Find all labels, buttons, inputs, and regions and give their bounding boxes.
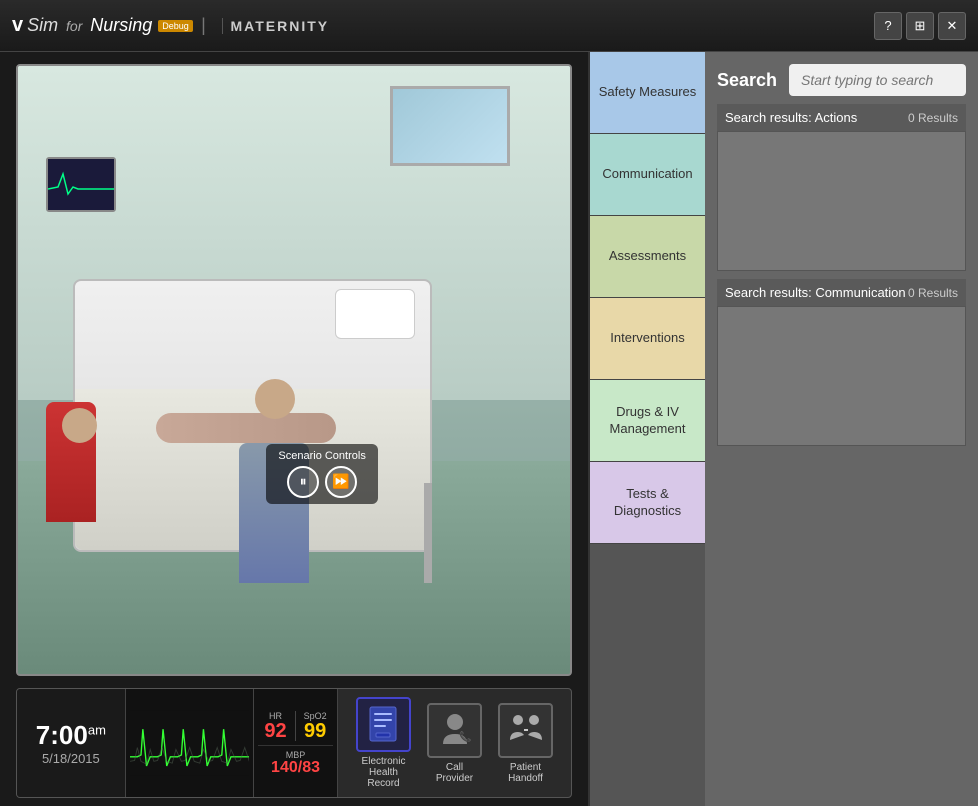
ehr-label: ElectronicHealth Record: [356, 756, 411, 789]
results-header-communication: Search results: Communication 0 Results: [717, 279, 966, 306]
app-v: v: [12, 14, 23, 37]
spo2-label: SpO2: [304, 711, 327, 721]
category-communication[interactable]: Communication: [590, 134, 705, 216]
category-assessments[interactable]: Assessments: [590, 216, 705, 298]
vitals-display: HR 92 SpO2 99 MBP 140/83: [254, 689, 338, 797]
results-section-actions: Search results: Actions 0 Results: [717, 104, 966, 271]
spo2-display: SpO2 99: [304, 711, 327, 741]
window: [390, 86, 510, 166]
mbp-value: 140/83: [271, 760, 320, 776]
call-provider-button[interactable]: 📞 Call Provider: [419, 699, 490, 788]
category-interventions[interactable]: Interventions: [590, 298, 705, 380]
title-separator: |: [201, 15, 206, 36]
grid-button[interactable]: ⊞: [906, 12, 934, 40]
mbp-label: MBP: [286, 750, 306, 760]
right-panel: Safety Measures Communication Assessment…: [588, 52, 978, 806]
bed-pillow: [335, 289, 415, 339]
patient-handoff-icon: [498, 703, 553, 758]
app-nursing: Nursing: [90, 15, 152, 36]
app-sim: Sim: [27, 15, 58, 36]
status-bar: 7:00am 5/18/2015 HR 92: [16, 688, 572, 798]
mbp-display: MBP 140/83: [271, 750, 320, 776]
action-buttons: ElectronicHealth Record 📞 Call Provider: [338, 689, 571, 797]
search-results: Search results: Actions 0 Results Search…: [705, 104, 978, 806]
time-ampm: am: [88, 722, 106, 737]
category-safety[interactable]: Safety Measures: [590, 52, 705, 134]
search-label: Search: [717, 70, 777, 91]
category-nav: Safety Measures Communication Assessment…: [590, 52, 705, 806]
close-button[interactable]: ✕: [938, 12, 966, 40]
app-for: for: [62, 18, 86, 34]
scenario-controls-buttons: ⏸ ⏩: [278, 466, 365, 498]
hospital-room: Scenario Controls ⏸ ⏩: [18, 66, 570, 674]
svg-text:📞: 📞: [459, 730, 472, 743]
fast-forward-button[interactable]: ⏩: [325, 466, 357, 498]
patient-handoff-button[interactable]: PatientHandoff: [490, 699, 561, 788]
hr-value: 92: [264, 721, 286, 741]
vitals-divider-v: [295, 711, 296, 741]
results-body-actions: [717, 131, 966, 271]
scenario-controls-label: Scenario Controls: [278, 450, 365, 462]
spo2-value: 99: [304, 721, 326, 741]
main-content: Scenario Controls ⏸ ⏩ 7:00am 5/18/2015: [0, 52, 978, 806]
category-tests[interactable]: Tests & Diagnostics: [590, 462, 705, 544]
titlebar: vSim for Nursing Debug | MATERNITY ? ⊞ ✕: [0, 0, 978, 52]
search-header: Search: [705, 52, 978, 104]
results-count-communication: 0 Results: [908, 286, 958, 300]
nurse1-head: [62, 408, 97, 443]
vitals-top-row: HR 92 SpO2 99: [264, 711, 326, 741]
time-value: 7:00am: [36, 720, 106, 751]
results-body-communication: [717, 306, 966, 446]
pause-button[interactable]: ⏸: [287, 466, 319, 498]
time-display: 7:00am 5/18/2015: [17, 689, 126, 797]
call-provider-icon: 📞: [427, 703, 482, 758]
results-count-actions: 0 Results: [908, 111, 958, 125]
titlebar-controls: ? ⊞ ✕: [874, 12, 966, 40]
patient-handoff-label: PatientHandoff: [508, 762, 543, 784]
results-header-actions: Search results: Actions 0 Results: [717, 104, 966, 131]
ehr-icon: [356, 697, 411, 752]
ecg-display: [126, 689, 254, 797]
category-drugs[interactable]: Drugs & IV Management: [590, 380, 705, 462]
call-provider-label: Call Provider: [427, 762, 482, 784]
patient-figure: [156, 413, 336, 443]
simulation-area: Scenario Controls ⏸ ⏩ 7:00am 5/18/2015: [0, 52, 588, 806]
results-title-communication: Search results: Communication: [725, 285, 906, 300]
nurse2-head: [255, 379, 295, 419]
ehr-button[interactable]: ElectronicHealth Record: [348, 693, 419, 793]
scenario-controls: Scenario Controls ⏸ ⏩: [266, 444, 377, 504]
date-value: 5/18/2015: [42, 751, 100, 766]
iv-stand: [424, 483, 432, 583]
app-title: vSim for Nursing Debug | MATERNITY: [12, 14, 329, 37]
hr-display: HR 92: [264, 711, 286, 741]
sim-viewport: Scenario Controls ⏸ ⏩: [16, 64, 572, 676]
debug-badge: Debug: [158, 20, 193, 32]
search-input-wrap: [789, 64, 966, 96]
monitor-screen: [46, 157, 116, 212]
search-panel: Search Search results: Actions 0 Results: [705, 52, 978, 806]
right-panel-inner: Safety Measures Communication Assessment…: [590, 52, 978, 806]
help-button[interactable]: ?: [874, 12, 902, 40]
hr-label: HR: [269, 711, 282, 721]
vitals-divider-h: [258, 745, 333, 746]
search-input[interactable]: [789, 64, 966, 96]
results-title-actions: Search results: Actions: [725, 110, 857, 125]
maternity-label: MATERNITY: [222, 18, 330, 34]
results-section-communication: Search results: Communication 0 Results: [717, 279, 966, 446]
